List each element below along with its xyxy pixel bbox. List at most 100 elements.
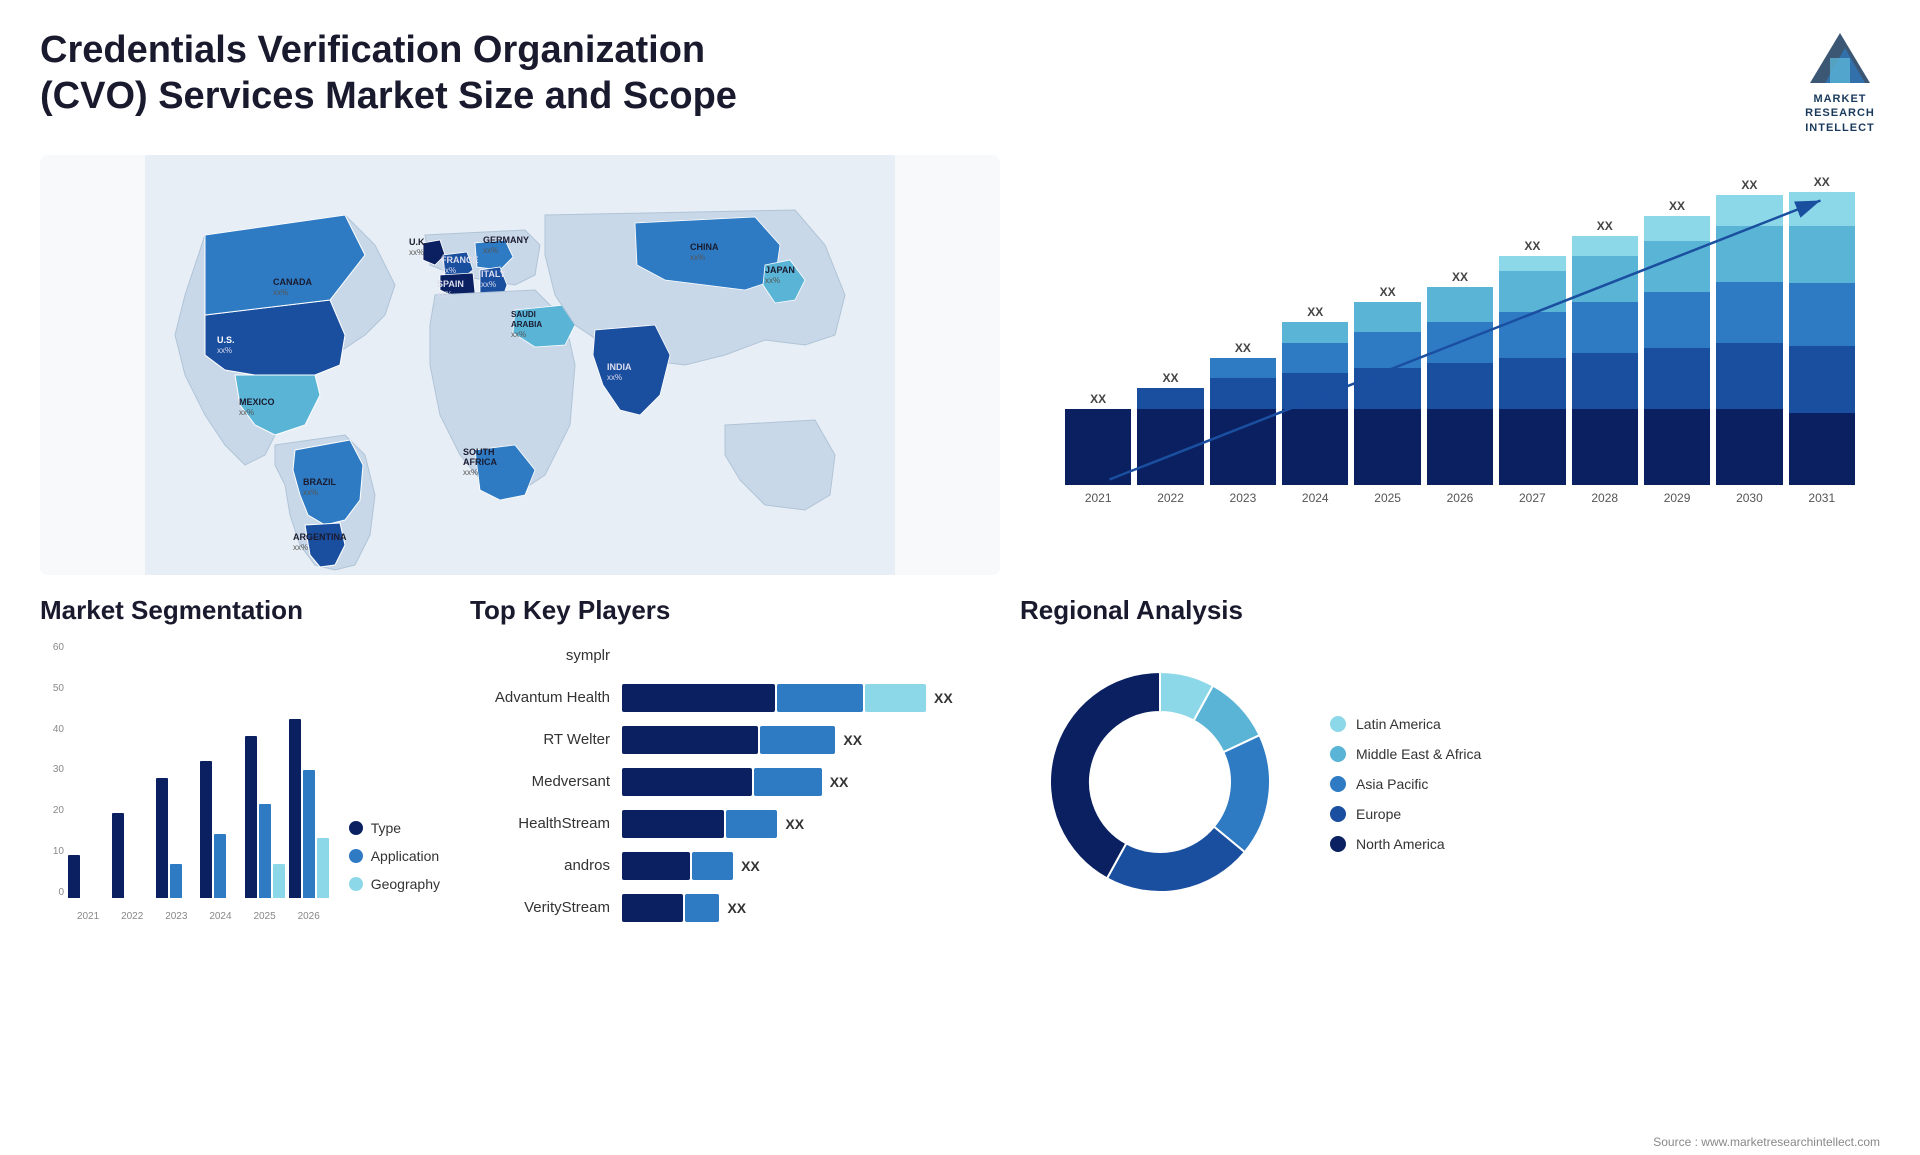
player-row: VerityStream XX bbox=[470, 894, 990, 922]
player-name: HealthStream bbox=[470, 815, 610, 832]
regional-legend-dot bbox=[1330, 746, 1346, 762]
svg-text:xx%: xx% bbox=[690, 253, 705, 262]
growth-chart: XXXXXXXXXXXXXXXXXXXXXX 20212022202320242… bbox=[1060, 175, 1860, 535]
seg-legend-item: Geography bbox=[349, 876, 440, 892]
regional-title: Regional Analysis bbox=[1020, 595, 1880, 626]
player-row: HealthStream XX bbox=[470, 810, 990, 838]
svg-text:AFRICA: AFRICA bbox=[463, 457, 497, 467]
growth-bar-col: XX bbox=[1282, 175, 1348, 485]
growth-bar-col: XX bbox=[1137, 175, 1203, 485]
regional-legend-item: Middle East & Africa bbox=[1330, 746, 1481, 762]
segmentation-section: Market Segmentation 0 10 20 30 40 50 60 bbox=[40, 595, 440, 1125]
seg-bar-group bbox=[112, 642, 152, 898]
bottom-section: Market Segmentation 0 10 20 30 40 50 60 bbox=[0, 575, 1920, 1135]
title-block: Credentials Verification Organization (C… bbox=[40, 28, 820, 119]
player-bar-wrap: XX bbox=[622, 810, 990, 838]
player-name: Advantum Health bbox=[470, 689, 610, 706]
regional-legend-item: Europe bbox=[1330, 806, 1481, 822]
svg-text:xx%: xx% bbox=[303, 488, 318, 497]
regional-legend: Latin AmericaMiddle East & AfricaAsia Pa… bbox=[1330, 716, 1481, 852]
regional-legend-dot bbox=[1330, 806, 1346, 822]
seg-legend-dot bbox=[349, 849, 363, 863]
seg-bar-group bbox=[156, 642, 196, 898]
svg-text:BRAZIL: BRAZIL bbox=[303, 477, 336, 487]
player-bar-wrap: XX bbox=[622, 852, 990, 880]
logo-text: MARKET RESEARCH INTELLECT bbox=[1805, 92, 1875, 135]
growth-bar-col: XX bbox=[1427, 175, 1493, 485]
player-row: symplr bbox=[470, 642, 990, 670]
segmentation-legend: TypeApplicationGeography bbox=[349, 820, 440, 922]
growth-bar-col: XX bbox=[1499, 175, 1565, 485]
player-row: Medversant XX bbox=[470, 768, 990, 796]
donut-chart-wrap bbox=[1020, 642, 1300, 927]
growth-x-axis: 2021202220232024202520262027202820292030… bbox=[1060, 491, 1860, 505]
svg-text:FRANCE: FRANCE bbox=[441, 255, 479, 265]
svg-text:ARGENTINA: ARGENTINA bbox=[293, 532, 347, 542]
seg-x-axis: 202120222023202420252026 bbox=[68, 911, 329, 922]
growth-bar-col: XX bbox=[1789, 175, 1855, 485]
player-bar-wrap: XX bbox=[622, 768, 990, 796]
logo-icon bbox=[1800, 28, 1880, 88]
svg-text:INDIA: INDIA bbox=[607, 362, 632, 372]
seg-bar-group bbox=[68, 642, 108, 898]
regional-legend-dot bbox=[1330, 836, 1346, 852]
players-title: Top Key Players bbox=[470, 595, 990, 626]
seg-bar-group bbox=[245, 642, 285, 898]
growth-bar-col: XX bbox=[1065, 175, 1131, 485]
growth-bars-area: XXXXXXXXXXXXXXXXXXXXXX bbox=[1060, 175, 1860, 485]
svg-text:CHINA: CHINA bbox=[690, 242, 719, 252]
svg-text:SPAIN: SPAIN bbox=[437, 279, 464, 289]
growth-chart-container: XXXXXXXXXXXXXXXXXXXXXX 20212022202320242… bbox=[1040, 155, 1880, 575]
seg-bar-group bbox=[200, 642, 240, 898]
svg-text:xx%: xx% bbox=[217, 346, 232, 355]
svg-text:xx%: xx% bbox=[463, 468, 478, 477]
growth-bar-col: XX bbox=[1572, 175, 1638, 485]
logo-block: MARKET RESEARCH INTELLECT bbox=[1800, 28, 1880, 135]
player-name: RT Welter bbox=[470, 731, 610, 748]
regional-legend-item: North America bbox=[1330, 836, 1481, 852]
svg-text:xx%: xx% bbox=[441, 266, 456, 275]
player-name: symplr bbox=[470, 647, 610, 664]
svg-text:GERMANY: GERMANY bbox=[483, 235, 529, 245]
svg-text:xx%: xx% bbox=[239, 408, 254, 417]
regional-section: Regional Analysis Latin AmericaMiddle Ea… bbox=[1020, 595, 1880, 1125]
seg-legend-dot bbox=[349, 877, 363, 891]
seg-bars-inner bbox=[68, 642, 329, 898]
player-row: androsXX bbox=[470, 852, 990, 880]
svg-text:xx%: xx% bbox=[293, 543, 308, 552]
svg-text:CANADA: CANADA bbox=[273, 277, 312, 287]
svg-text:xx%: xx% bbox=[273, 288, 288, 297]
top-section: CANADA xx% U.S. xx% MEXICO xx% BRAZIL xx… bbox=[0, 155, 1920, 575]
svg-text:xx%: xx% bbox=[483, 246, 498, 255]
svg-text:xx%: xx% bbox=[511, 330, 526, 339]
donut-segment bbox=[1107, 827, 1245, 892]
header: Credentials Verification Organization (C… bbox=[0, 0, 1920, 155]
svg-text:SAUDI: SAUDI bbox=[511, 310, 536, 319]
player-name: VerityStream bbox=[470, 899, 610, 916]
svg-text:xx%: xx% bbox=[437, 290, 452, 299]
seg-bar-group bbox=[289, 642, 329, 898]
seg-y-axis: 0 10 20 30 40 50 60 bbox=[40, 642, 64, 898]
seg-legend-dot bbox=[349, 821, 363, 835]
world-map-svg: CANADA xx% U.S. xx% MEXICO xx% BRAZIL xx… bbox=[40, 155, 1000, 575]
player-bar-wrap: XX bbox=[622, 684, 990, 712]
growth-bar-col: XX bbox=[1644, 175, 1710, 485]
player-row: RT WelterXX bbox=[470, 726, 990, 754]
regional-legend-dot bbox=[1330, 716, 1346, 732]
svg-text:JAPAN: JAPAN bbox=[765, 265, 795, 275]
seg-legend-item: Application bbox=[349, 848, 440, 864]
svg-text:xx%: xx% bbox=[409, 248, 424, 257]
player-name: Medversant bbox=[470, 773, 610, 790]
regional-legend-dot bbox=[1330, 776, 1346, 792]
svg-text:xx%: xx% bbox=[765, 276, 780, 285]
svg-text:MEXICO: MEXICO bbox=[239, 397, 275, 407]
regional-legend-item: Asia Pacific bbox=[1330, 776, 1481, 792]
donut-area: Latin AmericaMiddle East & AfricaAsia Pa… bbox=[1020, 642, 1880, 927]
svg-text:ARABIA: ARABIA bbox=[511, 320, 542, 329]
svg-text:U.S.: U.S. bbox=[217, 335, 235, 345]
page-title: Credentials Verification Organization (C… bbox=[40, 28, 820, 119]
map-container: CANADA xx% U.S. xx% MEXICO xx% BRAZIL xx… bbox=[40, 155, 1000, 575]
donut-chart-svg bbox=[1020, 642, 1300, 922]
player-bar-wrap: XX bbox=[622, 894, 990, 922]
svg-text:xx%: xx% bbox=[481, 280, 496, 289]
